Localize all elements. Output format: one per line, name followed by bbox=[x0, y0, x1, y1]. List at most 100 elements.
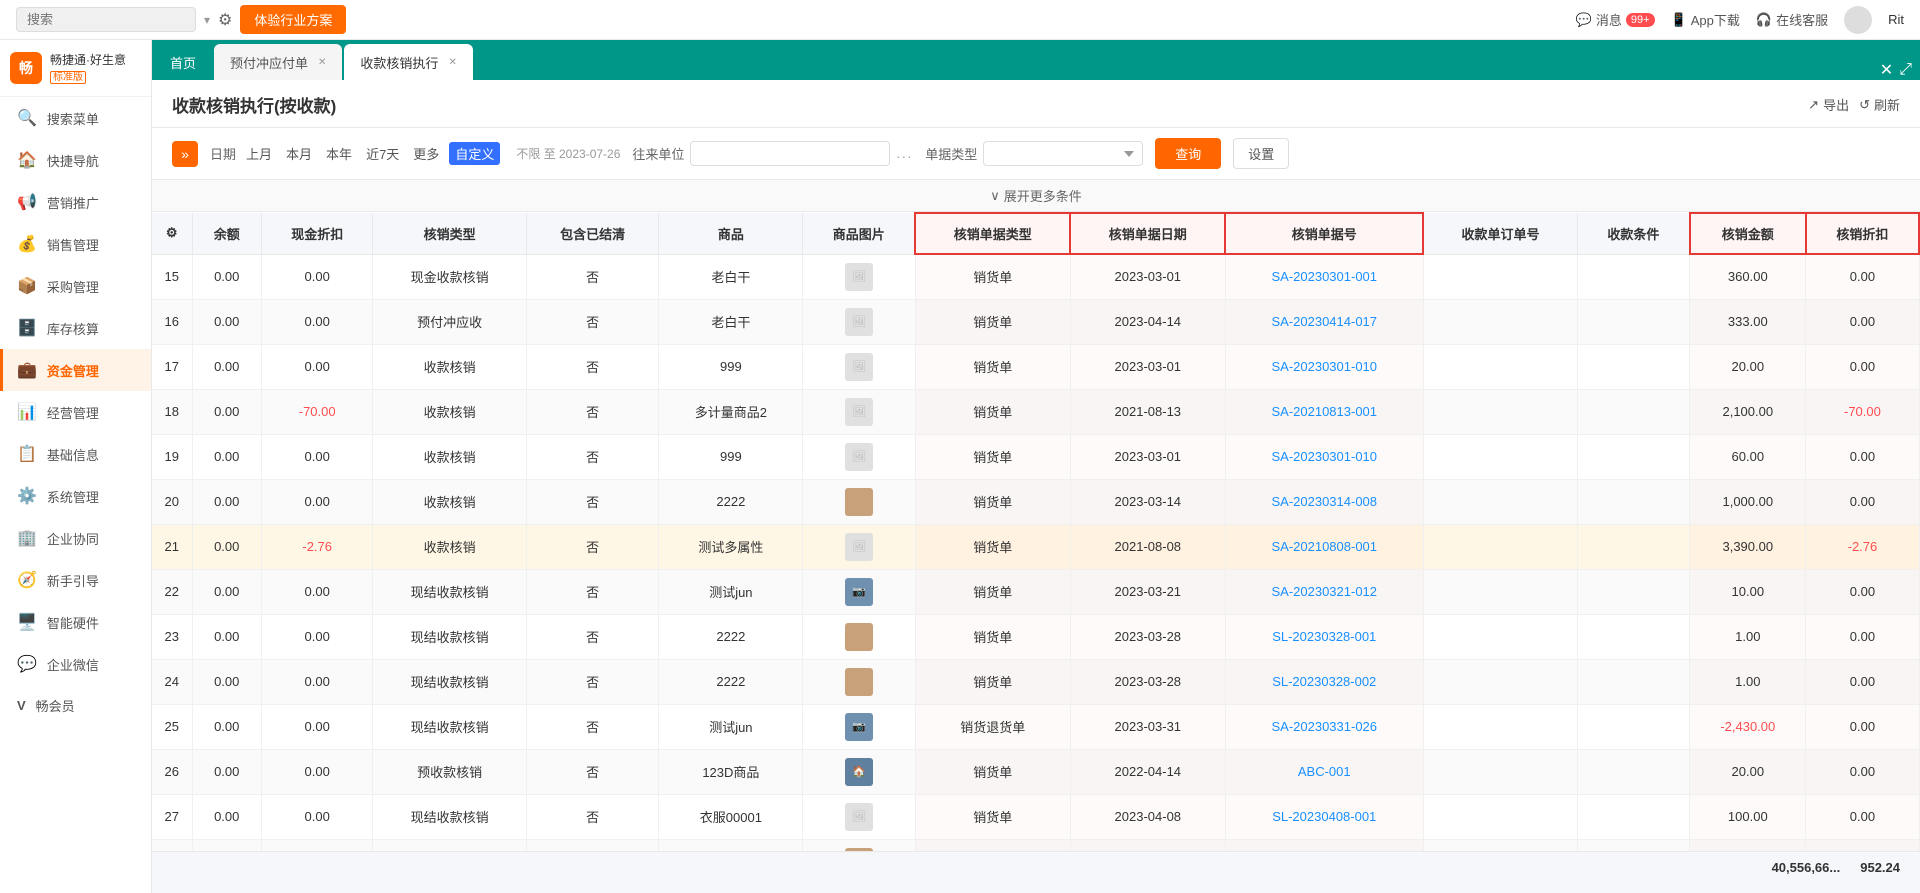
cell-row-num: 24 bbox=[152, 659, 192, 704]
sidebar-label-finance: 资金管理 bbox=[47, 361, 99, 380]
export-button[interactable]: ↗ 导出 bbox=[1808, 95, 1849, 114]
cell-writeoff-amount: 3,390.00 bbox=[1690, 524, 1806, 569]
sidebar-item-wechat[interactable]: 💬 企业微信 bbox=[0, 643, 151, 685]
table-body: 15 0.00 0.00 现金收款核销 否 老白干 🖼 销货单 2023-03-… bbox=[152, 254, 1919, 851]
avatar[interactable] bbox=[1844, 6, 1872, 34]
from-unit-input[interactable] bbox=[690, 141, 890, 166]
cell-writeoff-bill-no[interactable]: SA-20230301-001 bbox=[1225, 254, 1423, 299]
settings-button[interactable]: 设置 bbox=[1233, 138, 1289, 169]
cell-writeoff-bill-no[interactable]: ABC-001 bbox=[1225, 749, 1423, 794]
sidebar-item-marketing[interactable]: 📢 营销推广 bbox=[0, 181, 151, 223]
cell-writeoff-bill-no[interactable]: SL-20230418-001 bbox=[1225, 839, 1423, 851]
cell-writeoff-type: 现结收款核销 bbox=[373, 839, 526, 851]
cell-writeoff-bill-type: 销货单 bbox=[915, 254, 1070, 299]
sidebar-item-business[interactable]: 📊 经营管理 bbox=[0, 391, 151, 433]
tab-home[interactable]: 首页 bbox=[154, 44, 212, 80]
sidebar-item-finance[interactable]: 💼 资金管理 bbox=[0, 349, 151, 391]
table-header-row: ⚙ 余额 现金折扣 核销类型 包含已结清 商品 商品图片 核销单据类型 核销单据… bbox=[152, 213, 1919, 254]
cell-writeoff-bill-no[interactable]: SL-20230408-001 bbox=[1225, 794, 1423, 839]
cell-cash-discount: 0.00 bbox=[261, 479, 372, 524]
sidebar-item-member[interactable]: V 畅会员 bbox=[0, 685, 151, 726]
search-input[interactable] bbox=[16, 7, 196, 32]
cell-receipt-order-no bbox=[1423, 794, 1577, 839]
refresh-button[interactable]: ↺ 刷新 bbox=[1859, 95, 1900, 114]
cell-included-settled: 否 bbox=[526, 614, 658, 659]
sidebar-item-purchase[interactable]: 📦 采购管理 bbox=[0, 265, 151, 307]
last7-link[interactable]: 近7天 bbox=[362, 142, 403, 165]
table-row: 26 0.00 0.00 预收款核销 否 123D商品 🏠 销货单 2022-0… bbox=[152, 749, 1919, 794]
cell-balance: 0.00 bbox=[192, 839, 261, 851]
filter-expand-button[interactable]: » bbox=[172, 141, 198, 167]
cell-receipt-condition bbox=[1577, 299, 1689, 344]
cell-included-settled: 否 bbox=[526, 524, 658, 569]
this-year-link[interactable]: 本年 bbox=[322, 142, 356, 165]
tab-prepay-close[interactable]: ✕ bbox=[318, 57, 326, 68]
query-button[interactable]: 查询 bbox=[1155, 138, 1221, 169]
industry-btn[interactable]: 体验行业方案 bbox=[240, 5, 346, 34]
app-download-button[interactable]: 📱 App下载 bbox=[1671, 10, 1740, 29]
cell-writeoff-bill-no[interactable]: SA-20230321-012 bbox=[1225, 569, 1423, 614]
more-link[interactable]: 更多 bbox=[409, 142, 443, 165]
purchase-icon: 📦 bbox=[17, 276, 37, 296]
cell-balance: 0.00 bbox=[192, 479, 261, 524]
top-bar-left: ▾ ⚙ 体验行业方案 bbox=[16, 5, 1576, 34]
sidebar-item-enterprise[interactable]: 🏢 企业协同 bbox=[0, 517, 151, 559]
cell-writeoff-bill-no[interactable]: SA-20210808-001 bbox=[1225, 524, 1423, 569]
tab-writeoff[interactable]: 收款核销执行 ✕ bbox=[344, 44, 472, 80]
sidebar-item-system[interactable]: ⚙️ 系统管理 bbox=[0, 475, 151, 517]
sidebar-item-hardware[interactable]: 🖥️ 智能硬件 bbox=[0, 601, 151, 643]
cell-goods: 测试jun bbox=[659, 569, 803, 614]
cell-writeoff-amount: 1.00 bbox=[1690, 659, 1806, 704]
this-month-link[interactable]: 本月 bbox=[282, 142, 316, 165]
cell-writeoff-bill-type: 销货单 bbox=[915, 614, 1070, 659]
enterprise-icon: 🏢 bbox=[17, 528, 37, 548]
cell-row-num: 28 bbox=[152, 839, 192, 851]
cell-writeoff-bill-no[interactable]: SL-20230328-001 bbox=[1225, 614, 1423, 659]
cell-included-settled: 否 bbox=[526, 794, 658, 839]
cell-writeoff-bill-no[interactable]: SA-20230301-010 bbox=[1225, 434, 1423, 479]
tab-writeoff-close[interactable]: ✕ bbox=[448, 57, 456, 68]
wechat-icon: 💬 bbox=[17, 654, 37, 674]
cell-receipt-order-no bbox=[1423, 434, 1577, 479]
cell-writeoff-bill-no[interactable]: SA-20230414-017 bbox=[1225, 299, 1423, 344]
inventory-icon: 🗄️ bbox=[17, 318, 37, 338]
cell-receipt-condition bbox=[1577, 524, 1689, 569]
col-receipt-condition: 收款条件 bbox=[1577, 213, 1689, 254]
table-container[interactable]: ⚙ 余额 现金折扣 核销类型 包含已结清 商品 商品图片 核销单据类型 核销单据… bbox=[152, 212, 1920, 851]
cell-balance: 0.00 bbox=[192, 659, 261, 704]
cell-writeoff-bill-no[interactable]: SA-20230314-008 bbox=[1225, 479, 1423, 524]
cell-writeoff-bill-no[interactable]: SA-20230331-026 bbox=[1225, 704, 1423, 749]
cell-goods-img: 🖼 bbox=[803, 254, 915, 299]
sidebar-item-sales[interactable]: 💰 销售管理 bbox=[0, 223, 151, 265]
sidebar-item-search[interactable]: 🔍 搜索菜单 bbox=[0, 97, 151, 139]
custom-link[interactable]: 自定义 bbox=[449, 142, 500, 165]
tab-bar-close-button[interactable]: ✕ bbox=[1880, 60, 1893, 80]
receipt-type-select[interactable] bbox=[983, 141, 1143, 166]
cell-writeoff-bill-no[interactable]: SA-20230301-010 bbox=[1225, 344, 1423, 389]
sidebar-item-inventory[interactable]: 🗄️ 库存核算 bbox=[0, 307, 151, 349]
service-icon: 🎧 bbox=[1756, 12, 1772, 28]
expand-more-button[interactable]: ∨ 展开更多条件 bbox=[990, 186, 1082, 205]
cell-writeoff-discount: 0.00 bbox=[1806, 704, 1919, 749]
sidebar-item-guide[interactable]: 🧭 新手引导 bbox=[0, 559, 151, 601]
cell-included-settled: 否 bbox=[526, 839, 658, 851]
tab-prepay[interactable]: 预付冲应付单 ✕ bbox=[214, 44, 342, 80]
tab-bar-expand-button[interactable]: ⤢ bbox=[1899, 61, 1912, 79]
cell-receipt-condition bbox=[1577, 434, 1689, 479]
cell-receipt-condition bbox=[1577, 659, 1689, 704]
cell-goods-img bbox=[803, 614, 915, 659]
online-service-button[interactable]: 🎧 在线客服 bbox=[1756, 10, 1828, 29]
cell-goods: 999 bbox=[659, 344, 803, 389]
cell-writeoff-bill-no[interactable]: SL-20230328-002 bbox=[1225, 659, 1423, 704]
gear-button[interactable]: ⚙ bbox=[218, 10, 232, 30]
cell-writeoff-bill-no[interactable]: SA-20210813-001 bbox=[1225, 389, 1423, 434]
sidebar-item-nav[interactable]: 🏠 快捷导航 bbox=[0, 139, 151, 181]
message-button[interactable]: 💬 消息 99+ bbox=[1576, 10, 1655, 29]
cell-writeoff-type: 预收款核销 bbox=[373, 749, 526, 794]
cell-goods-img bbox=[803, 479, 915, 524]
sidebar-label-search: 搜索菜单 bbox=[47, 109, 99, 128]
last-month-link[interactable]: 上月 bbox=[242, 142, 276, 165]
sidebar-item-basic[interactable]: 📋 基础信息 bbox=[0, 433, 151, 475]
top-bar: ▾ ⚙ 体验行业方案 💬 消息 99+ 📱 App下载 🎧 在线客服 Rit bbox=[0, 0, 1920, 40]
search-area: ▾ bbox=[16, 7, 210, 32]
